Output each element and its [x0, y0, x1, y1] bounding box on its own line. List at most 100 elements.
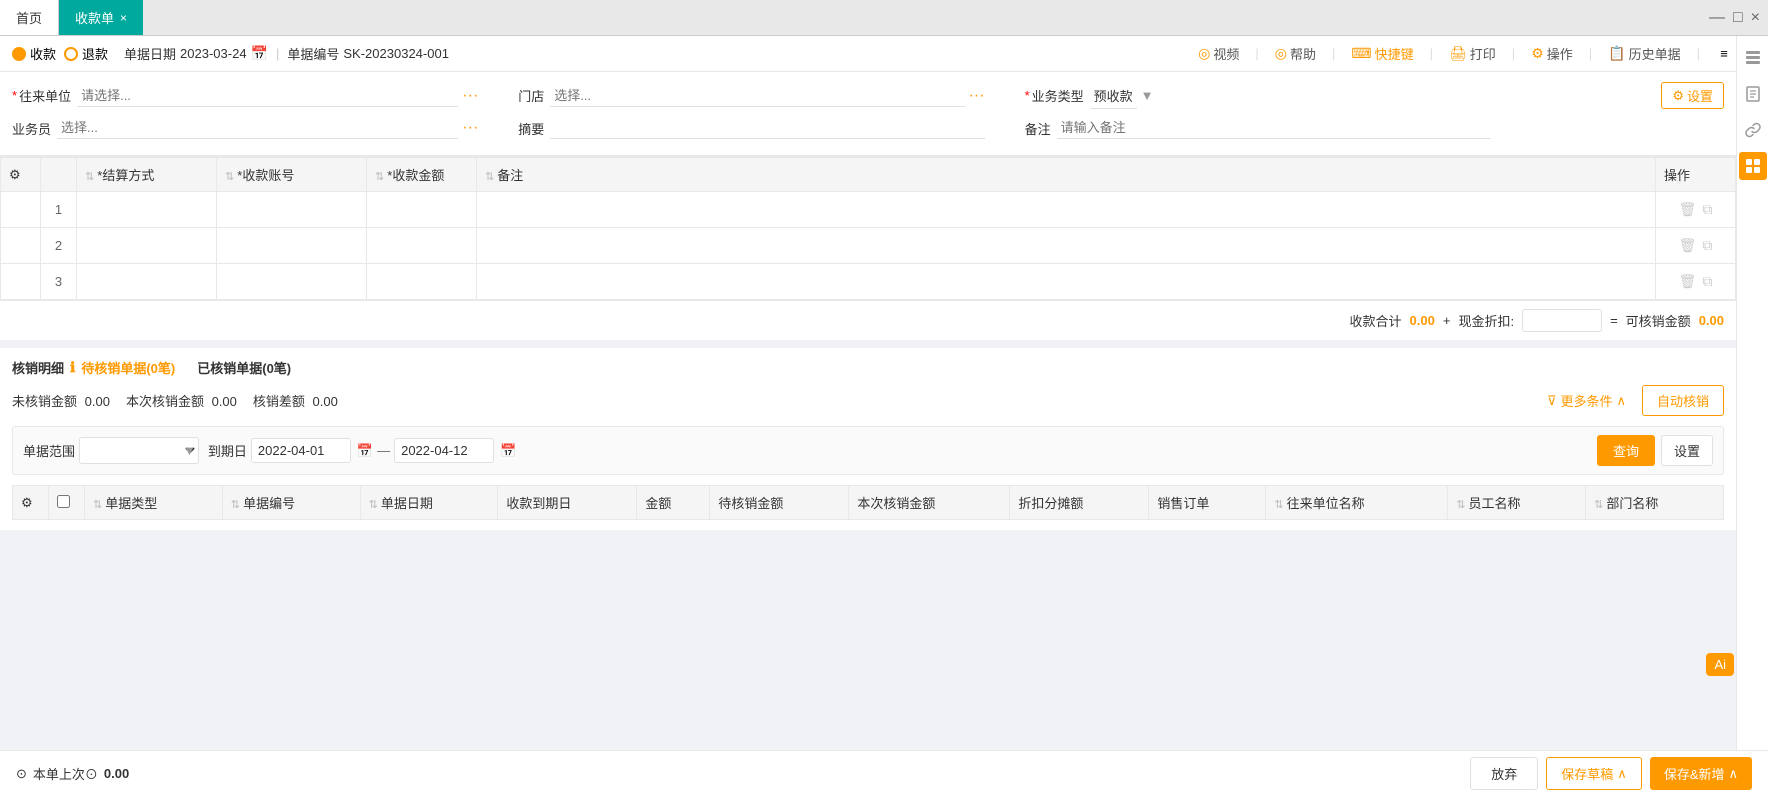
tab-home[interactable]: 首页 — [0, 0, 59, 35]
col-settings-header[interactable]: ⚙ — [1, 158, 41, 192]
calendar-icon[interactable]: 📅 — [251, 45, 268, 62]
close-icon[interactable]: × — [1751, 9, 1760, 27]
ai-badge[interactable]: Ai — [1706, 653, 1734, 676]
date-value[interactable]: 2023-03-24 — [180, 46, 247, 61]
col-counterparty-header: 往来单位名称 — [1266, 486, 1448, 520]
select-all-checkbox[interactable] — [57, 495, 70, 508]
row-1-remark[interactable] — [477, 192, 1656, 228]
row-1-copy-icon[interactable]: ⧉ — [1702, 201, 1712, 218]
print-btn[interactable]: 🖨 打印 — [1443, 42, 1502, 65]
history-btn[interactable]: 📋 历史单据 — [1602, 42, 1686, 65]
row-3-copy-icon[interactable]: ⧉ — [1702, 273, 1712, 290]
discount-input[interactable] — [1522, 309, 1602, 332]
range-label: 单据范围 — [23, 441, 75, 460]
business-type-chevron[interactable]: ▼ — [1141, 88, 1154, 103]
row-1-method[interactable] — [77, 192, 217, 228]
help-btn[interactable]: ◎ 帮助 — [1269, 42, 1322, 65]
row-3-delete-icon[interactable]: 🗑 — [1679, 273, 1697, 290]
unverified-label: 未核销金额 — [12, 394, 77, 409]
col-settings-bottom[interactable]: ⚙ — [13, 486, 49, 520]
row-3-amount[interactable] — [367, 264, 477, 300]
video-btn[interactable]: ◎ 视频 — [1192, 42, 1245, 65]
tab-close-icon[interactable]: × — [120, 11, 127, 25]
remark-input[interactable] — [1057, 117, 1491, 139]
row-3-remark[interactable] — [477, 264, 1656, 300]
table-row: 1 🗑 ⧉ — [1, 192, 1736, 228]
sidebar-doc-icon[interactable] — [1739, 80, 1767, 108]
date-to-input[interactable] — [394, 438, 494, 463]
query-btn[interactable]: 查询 — [1597, 435, 1655, 466]
done-tab[interactable]: 已核销单据(0笔) — [197, 358, 291, 377]
more-conditions-label: 更多条件 — [1560, 391, 1612, 410]
staff-more-icon[interactable]: ··· — [462, 119, 478, 137]
col-counterparty-label: 往来单位名称 — [1287, 496, 1365, 511]
counterparty-input[interactable] — [77, 85, 458, 107]
range-select[interactable] — [79, 437, 199, 464]
refund-radio[interactable]: 退款 — [64, 44, 108, 63]
tab-receipt[interactable]: 收款单 × — [59, 0, 143, 35]
date-to-calendar-icon[interactable]: 📅 — [500, 443, 516, 459]
ai-label: Ai — [1714, 657, 1726, 672]
sidebar-link-icon[interactable] — [1739, 116, 1767, 144]
pending-tab[interactable]: 待核销单据(0笔) — [81, 358, 175, 377]
auto-clear-btn[interactable]: 自动核销 — [1642, 385, 1724, 416]
staff-input[interactable] — [57, 117, 458, 139]
row-1-delete-icon[interactable]: 🗑 — [1679, 201, 1697, 218]
row-2-remark[interactable] — [477, 228, 1656, 264]
operation-label: 操作 — [1547, 44, 1573, 63]
footer-right: 放弃 保存草稿 ∧ 保存&新增 ∧ — [1470, 757, 1752, 790]
counterparty-more-icon[interactable]: ··· — [462, 87, 478, 105]
number-value[interactable]: SK-20230324-001 — [343, 46, 449, 61]
row-2-amount[interactable] — [367, 228, 477, 264]
table-settings-icon[interactable]: ⚙ — [9, 167, 21, 182]
save-new-btn[interactable]: 保存&新增 ∧ — [1650, 757, 1752, 790]
row-3-method[interactable] — [77, 264, 217, 300]
threshold-icon: ⊙ — [16, 766, 27, 782]
date-from-calendar-icon[interactable]: 📅 — [357, 443, 373, 459]
verify-info-icon[interactable]: ℹ — [70, 359, 75, 376]
sidebar-table-icon[interactable] — [1739, 44, 1767, 72]
filter-setting-btn[interactable]: 设置 — [1661, 435, 1713, 466]
row-1-settings — [1, 192, 41, 228]
col-checkbox-header[interactable] — [49, 486, 85, 520]
row-2-copy-icon[interactable]: ⧉ — [1702, 237, 1712, 254]
receipt-refund-radio: 收款 退款 — [12, 44, 108, 63]
row-1-amount[interactable] — [367, 192, 477, 228]
date-from-input[interactable] — [251, 438, 351, 463]
col-current-bottom-label: 本次核销金额 — [857, 496, 935, 511]
row-2-delete-icon[interactable]: 🗑 — [1679, 237, 1697, 254]
receipt-radio[interactable]: 收款 — [12, 44, 56, 63]
store-more-icon[interactable]: ··· — [969, 87, 985, 105]
shortcut-btn[interactable]: ⌨ 快捷键 — [1345, 42, 1419, 65]
row-1-account[interactable] — [217, 192, 367, 228]
bottom-settings-icon[interactable]: ⚙ — [21, 495, 33, 510]
row-3-action: 🗑 ⧉ — [1656, 264, 1736, 300]
layout-list-icon[interactable]: ≡ — [1714, 44, 1734, 64]
operation-btn[interactable]: ⚙ 操作 — [1525, 42, 1579, 65]
col-account-label: *收款账号 — [237, 168, 294, 183]
row-2-action: 🗑 ⧉ — [1656, 228, 1736, 264]
receipt-table-container: ⚙ ⇅ *结算方式 ⇅ *收款账号 ⇅ *收款金额 — [0, 156, 1736, 300]
col-current-bottom-header: 本次核销金额 — [849, 486, 1010, 520]
diff-label: 核销差额 — [253, 394, 305, 409]
business-type-value[interactable]: 预收款 — [1090, 83, 1137, 109]
discard-btn[interactable]: 放弃 — [1470, 757, 1538, 790]
row-2-account[interactable] — [217, 228, 367, 264]
col-action-header: 操作 — [1656, 158, 1736, 192]
store-input[interactable] — [550, 85, 964, 107]
sidebar-expand-icon[interactable] — [1739, 152, 1767, 180]
abstract-input[interactable] — [550, 117, 984, 139]
save-new-chevron: ∧ — [1728, 766, 1738, 782]
col-amount-bottom-label: 金额 — [645, 496, 671, 511]
col-method-label: *结算方式 — [97, 168, 154, 183]
minimize-icon[interactable]: — — [1709, 9, 1725, 27]
summary-row: 收款合计 0.00 + 现金折扣: = 可核销金额 0.00 — [0, 300, 1736, 340]
settings-button[interactable]: ⚙ 设置 — [1661, 82, 1724, 109]
more-conditions-btn[interactable]: ⊽ 更多条件 ∧ — [1539, 387, 1634, 414]
row-2-method[interactable] — [77, 228, 217, 264]
row-3-account[interactable] — [217, 264, 367, 300]
maximize-icon[interactable]: □ — [1733, 9, 1743, 27]
save-draft-btn[interactable]: 保存草稿 ∧ — [1546, 757, 1642, 790]
toolbar: 收款 退款 单据日期 2023-03-24 📅 | 单据编号 SK-202303… — [0, 36, 1768, 72]
date-field: 单据日期 2023-03-24 📅 — [124, 44, 268, 63]
